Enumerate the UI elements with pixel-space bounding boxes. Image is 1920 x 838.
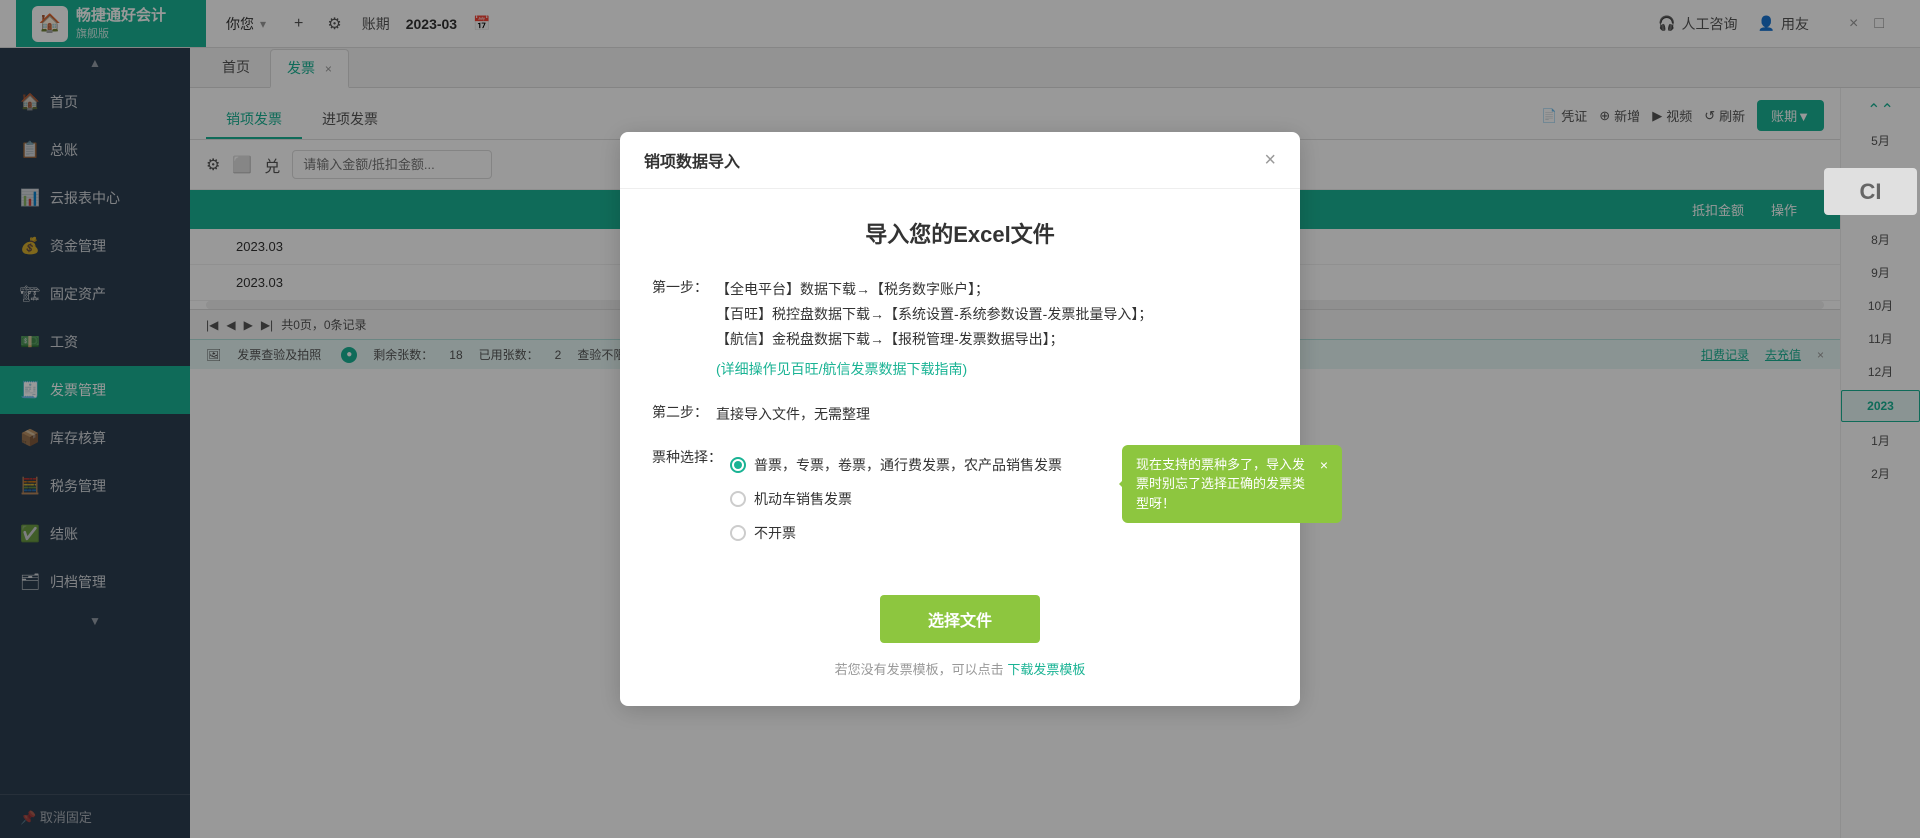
import-modal: 销项数据导入 × 导入您的Excel文件 第一步： 【全电平台】数据下载→【税务…	[620, 132, 1300, 706]
radio-label-1[interactable]: 普票，专票，卷票，通行费发票，农产品销售发票	[730, 455, 1062, 475]
modal-title: 销项数据导入	[644, 148, 740, 172]
step1-label: 第一步：	[652, 277, 708, 382]
download-hint: 若您没有发票模板，可以点击 下载发票模板	[652, 659, 1268, 678]
modal-main-title: 导入您的Excel文件	[652, 217, 1268, 249]
modal-close-btn[interactable]: ×	[1264, 150, 1276, 170]
radio-item-1: 普票，专票，卷票，通行费发票，农产品销售发票 × 现在支持的票种多了，导入发票时…	[730, 455, 1062, 475]
select-file-button[interactable]: 选择文件	[880, 595, 1040, 643]
step1-line3: 【航信】金税盘数据下载→【报税管理-发票数据导出】；	[716, 327, 1152, 352]
step1-content: 【全电平台】数据下载→【税务数字账户】； 【百旺】税控盘数据下载→【系统设置-系…	[716, 277, 1152, 382]
ci-badge: CI	[1824, 168, 1917, 215]
radio-text-1: 普票，专票，卷票，通行费发票，农产品销售发票	[754, 455, 1062, 475]
ticket-label: 票种选择：	[652, 447, 722, 543]
guide-link[interactable]: (详细操作见百旺/航信发票数据下载指南)	[716, 361, 967, 377]
step2-label: 第二步：	[652, 402, 708, 427]
radio-item-2[interactable]: 机动车销售发票	[730, 489, 1062, 509]
download-template-link[interactable]: 下载发票模板	[1007, 662, 1085, 677]
tooltip-bubble: × 现在支持的票种多了，导入发票时别忘了选择正确的发票类型呀！	[1122, 445, 1342, 524]
radio-circle-2	[730, 491, 746, 507]
step1-line2: 【百旺】税控盘数据下载→【系统设置-系统参数设置-发票批量导入】；	[716, 302, 1152, 327]
tooltip-close-btn[interactable]: ×	[1320, 455, 1328, 476]
radio-circle-1	[730, 457, 746, 473]
radio-circle-3	[730, 525, 746, 541]
radio-text-3: 不开票	[754, 523, 796, 543]
step2-block: 第二步： 直接导入文件，无需整理	[652, 402, 1268, 427]
radio-group: 普票，专票，卷票，通行费发票，农产品销售发票 × 现在支持的票种多了，导入发票时…	[730, 455, 1062, 543]
modal-footer: 选择文件 若您没有发票模板，可以点击 下载发票模板	[620, 587, 1300, 706]
ticket-block: 票种选择： 普票，专票，卷票，通行费发票，农产品销售发票 × 现在支持的票种多了…	[652, 447, 1268, 543]
modal-header: 销项数据导入 ×	[620, 132, 1300, 189]
modal-overlay: 销项数据导入 × 导入您的Excel文件 第一步： 【全电平台】数据下载→【税务…	[0, 0, 1920, 838]
radio-text-2: 机动车销售发票	[754, 489, 852, 509]
step2-content: 直接导入文件，无需整理	[716, 402, 870, 427]
radio-item-3[interactable]: 不开票	[730, 523, 1062, 543]
tooltip-text: 现在支持的票种多了，导入发票时别忘了选择正确的发票类型呀！	[1136, 457, 1305, 511]
step1-line1: 【全电平台】数据下载→【税务数字账户】；	[716, 277, 1152, 302]
step1-block: 第一步： 【全电平台】数据下载→【税务数字账户】； 【百旺】税控盘数据下载→【系…	[652, 277, 1268, 382]
modal-body: 导入您的Excel文件 第一步： 【全电平台】数据下载→【税务数字账户】； 【百…	[620, 189, 1300, 587]
